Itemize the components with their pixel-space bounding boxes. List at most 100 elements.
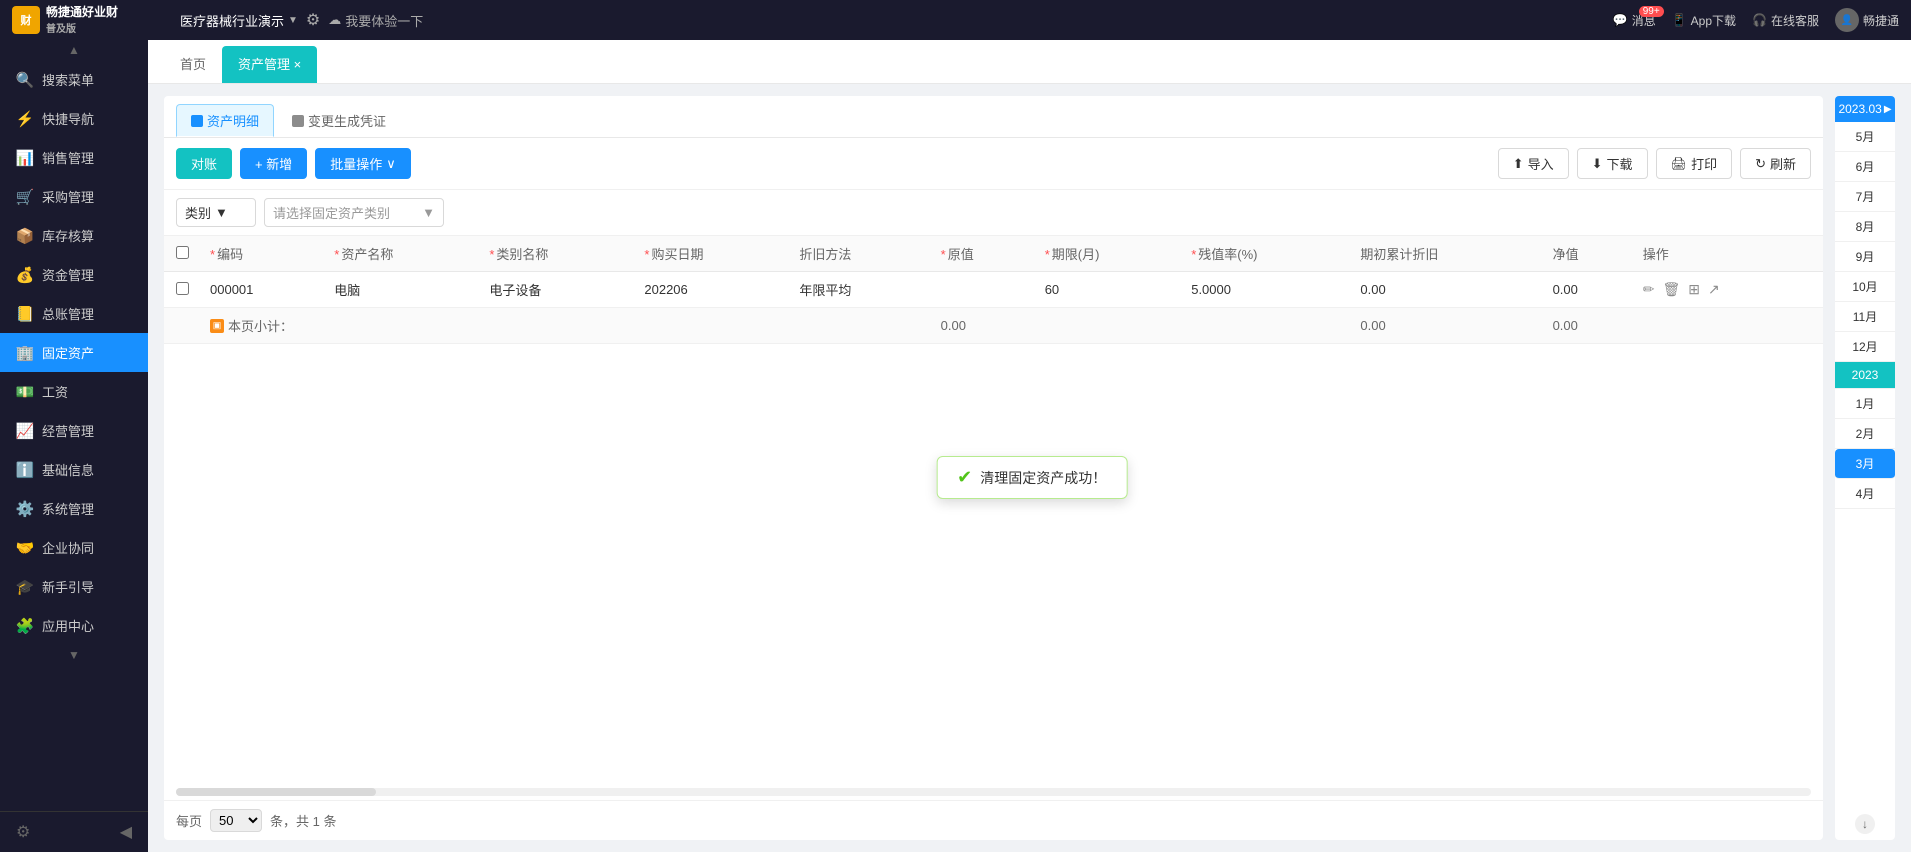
calendar-item-apr[interactable]: 4月 bbox=[1835, 479, 1895, 509]
sidebar-item-fixed-assets[interactable]: 🏢 固定资产 bbox=[0, 333, 148, 372]
print-btn[interactable]: 🖨 打印 bbox=[1656, 148, 1733, 179]
sub-tab-asset-detail[interactable]: 资产明细 bbox=[176, 104, 274, 137]
tab-home[interactable]: 首页 bbox=[164, 46, 222, 83]
calendar-item-feb[interactable]: 2月 bbox=[1835, 419, 1895, 449]
sidebar-item-inventory[interactable]: 📦 库存核算 bbox=[0, 216, 148, 255]
experience-btn[interactable]: ☁ 我要体验一下 bbox=[328, 11, 423, 30]
sidebar-item-label: 资金管理 bbox=[42, 265, 94, 284]
category-label: 类别 bbox=[185, 203, 211, 222]
select-all-checkbox[interactable] bbox=[176, 246, 189, 259]
cell-purchase-date: 202206 bbox=[634, 272, 789, 308]
sidebar-item-app-center[interactable]: 🧩 应用中心 bbox=[0, 606, 148, 645]
calendar-item-jul[interactable]: 7月 bbox=[1835, 182, 1895, 212]
calendar-item-sep[interactable]: 9月 bbox=[1835, 242, 1895, 272]
per-page-select[interactable]: 50 100 bbox=[210, 809, 262, 832]
calendar-item-jan[interactable]: 1月 bbox=[1835, 389, 1895, 419]
sidebar-item-cooperation[interactable]: 🤝 企业协同 bbox=[0, 528, 148, 567]
sidebar-item-finance[interactable]: 💰 资金管理 bbox=[0, 255, 148, 294]
sidebar-item-search[interactable]: 🔍 搜索菜单 bbox=[0, 60, 148, 99]
category-select[interactable]: 类别 ▼ bbox=[176, 198, 256, 227]
tab-asset-management[interactable]: 资产管理 × bbox=[222, 46, 317, 83]
message-btn[interactable]: 💬 消息 99+ bbox=[1613, 12, 1656, 29]
main-layout: ▲ 🔍 搜索菜单 ⚡ 快捷导航 📊 销售管理 🛒 采购管理 📦 库存核算 💰 资… bbox=[0, 40, 1911, 852]
sidebar-item-salary[interactable]: 💵 工资 bbox=[0, 372, 148, 411]
calendar-item-mar[interactable]: 3月 bbox=[1835, 449, 1895, 479]
user-avatar-btn[interactable]: 👤 畅捷通 bbox=[1835, 8, 1899, 32]
col-category: *类别名称 bbox=[479, 236, 634, 272]
sidebar-item-system[interactable]: ⚙️ 系统管理 bbox=[0, 489, 148, 528]
sidebar-item-label: 固定资产 bbox=[42, 343, 94, 362]
cell-residual-rate: 5.0000 bbox=[1181, 272, 1350, 308]
collapse-icon[interactable]: ◀ bbox=[120, 822, 132, 842]
company-selector[interactable]: 医疗器械行业演示 ▼ bbox=[180, 11, 298, 30]
col-purchase-date: *购买日期 bbox=[634, 236, 789, 272]
inventory-icon: 📦 bbox=[16, 227, 34, 245]
sidebar-item-management[interactable]: 📈 经营管理 bbox=[0, 411, 148, 450]
copy-icon[interactable]: ⊞ bbox=[1688, 281, 1700, 298]
delete-icon[interactable]: 🗑 bbox=[1663, 281, 1681, 298]
settings-icon[interactable]: ⚙ bbox=[306, 10, 320, 30]
batch-label: 批量操作 bbox=[330, 154, 382, 173]
sidebar: ▲ 🔍 搜索菜单 ⚡ 快捷导航 📊 销售管理 🛒 采购管理 📦 库存核算 💰 资… bbox=[0, 40, 148, 852]
sidebar-item-basic-info[interactable]: ℹ️ 基础信息 bbox=[0, 450, 148, 489]
sidebar-item-purchase[interactable]: 🛒 采购管理 bbox=[0, 177, 148, 216]
sidebar-bottom: ⚙ ◀ bbox=[0, 811, 148, 852]
online-service-btn[interactable]: 🎧 在线客服 bbox=[1752, 12, 1819, 29]
asset-table: *编码 *资产名称 *类别名称 *购买日期 折旧方法 *原值 *期限(月) *残… bbox=[164, 236, 1823, 344]
subtotal-icon: ▣ bbox=[210, 319, 224, 333]
sidebar-item-sales[interactable]: 📊 销售管理 bbox=[0, 138, 148, 177]
message-badge: 99+ bbox=[1639, 6, 1664, 17]
toolbar-right: ⬆ 导入 ⬇ 下载 🖨 打印 ↻ 刷新 bbox=[1498, 148, 1811, 179]
company-name: 医疗器械行业演示 bbox=[180, 11, 284, 30]
row-checkbox[interactable] bbox=[176, 282, 189, 295]
sidebar-item-quick-nav[interactable]: ⚡ 快捷导航 bbox=[0, 99, 148, 138]
col-net-value: 净值 bbox=[1543, 236, 1633, 272]
download-btn[interactable]: ⬇ 下载 bbox=[1577, 148, 1648, 179]
refresh-btn[interactable]: ↻ 刷新 bbox=[1740, 148, 1811, 179]
edit-icon[interactable]: ✏ bbox=[1643, 281, 1655, 298]
reconcile-btn[interactable]: 对账 bbox=[176, 148, 232, 179]
sidebar-scroll-up[interactable]: ▲ bbox=[0, 40, 148, 60]
app-download-btn[interactable]: 📱 App下载 bbox=[1672, 12, 1736, 29]
logo-sub: 普及版 bbox=[46, 20, 118, 35]
category-select-arrow: ▼ bbox=[215, 205, 228, 220]
per-page-label: 每页 bbox=[176, 811, 202, 830]
new-btn[interactable]: + 新增 bbox=[240, 148, 307, 179]
scrollbar-thumb[interactable] bbox=[176, 788, 376, 796]
batch-btn[interactable]: 批量操作 ∨ bbox=[315, 148, 411, 179]
import-btn[interactable]: ⬆ 导入 bbox=[1498, 148, 1569, 179]
calendar-list: 5月 6月 7月 8月 9月 10月 11月 12月 2023 1月 2月 3月… bbox=[1835, 122, 1895, 808]
col-period: *期限(月) bbox=[1035, 236, 1182, 272]
app-download-label: App下载 bbox=[1691, 12, 1736, 29]
calendar-down-btn[interactable]: ↓ bbox=[1855, 814, 1875, 834]
subtotal-initial-accumulated: 0.00 bbox=[1350, 308, 1542, 344]
calendar-item-jun[interactable]: 6月 bbox=[1835, 152, 1895, 182]
calendar-item-may[interactable]: 5月 bbox=[1835, 122, 1895, 152]
calendar-bottom: ↓ bbox=[1835, 808, 1895, 840]
sidebar-item-label: 应用中心 bbox=[42, 616, 94, 635]
calendar-item-oct[interactable]: 10月 bbox=[1835, 272, 1895, 302]
toast-success-icon: ✔ bbox=[957, 467, 972, 488]
table-row: 000001 电脑 电子设备 202206 年限平均 60 5.0000 0.0… bbox=[164, 272, 1823, 308]
more-icon[interactable]: ↗ bbox=[1708, 281, 1720, 298]
calendar-header: 2023.03 ▶ bbox=[1835, 96, 1895, 122]
sub-tab-voucher[interactable]: 变更生成凭证 bbox=[278, 104, 400, 137]
sidebar-item-ledger[interactable]: 📒 总账管理 bbox=[0, 294, 148, 333]
finance-icon: 💰 bbox=[16, 266, 34, 284]
logo-icon: 财 bbox=[12, 6, 40, 34]
purchase-icon: 🛒 bbox=[16, 188, 34, 206]
system-icon: ⚙️ bbox=[16, 500, 34, 518]
calendar-item-dec[interactable]: 12月 bbox=[1835, 332, 1895, 362]
horizontal-scrollbar[interactable] bbox=[176, 788, 1811, 796]
calendar-item-nov[interactable]: 11月 bbox=[1835, 302, 1895, 332]
calendar-item-2023[interactable]: 2023 bbox=[1835, 362, 1895, 389]
calendar-item-aug[interactable]: 8月 bbox=[1835, 212, 1895, 242]
sidebar-item-guide[interactable]: 🎓 新手引导 bbox=[0, 567, 148, 606]
category-dropdown[interactable]: 请选择固定资产类别 ▼ bbox=[264, 198, 444, 227]
sidebar-scroll-down[interactable]: ▼ bbox=[0, 645, 148, 665]
ledger-icon: 📒 bbox=[16, 305, 34, 323]
settings-bottom-icon[interactable]: ⚙ bbox=[16, 822, 30, 842]
calendar-collapse-icon[interactable]: ▶ bbox=[1884, 104, 1892, 115]
calendar-header-label: 2023.03 bbox=[1838, 102, 1881, 116]
sidebar-item-label: 系统管理 bbox=[42, 499, 94, 518]
